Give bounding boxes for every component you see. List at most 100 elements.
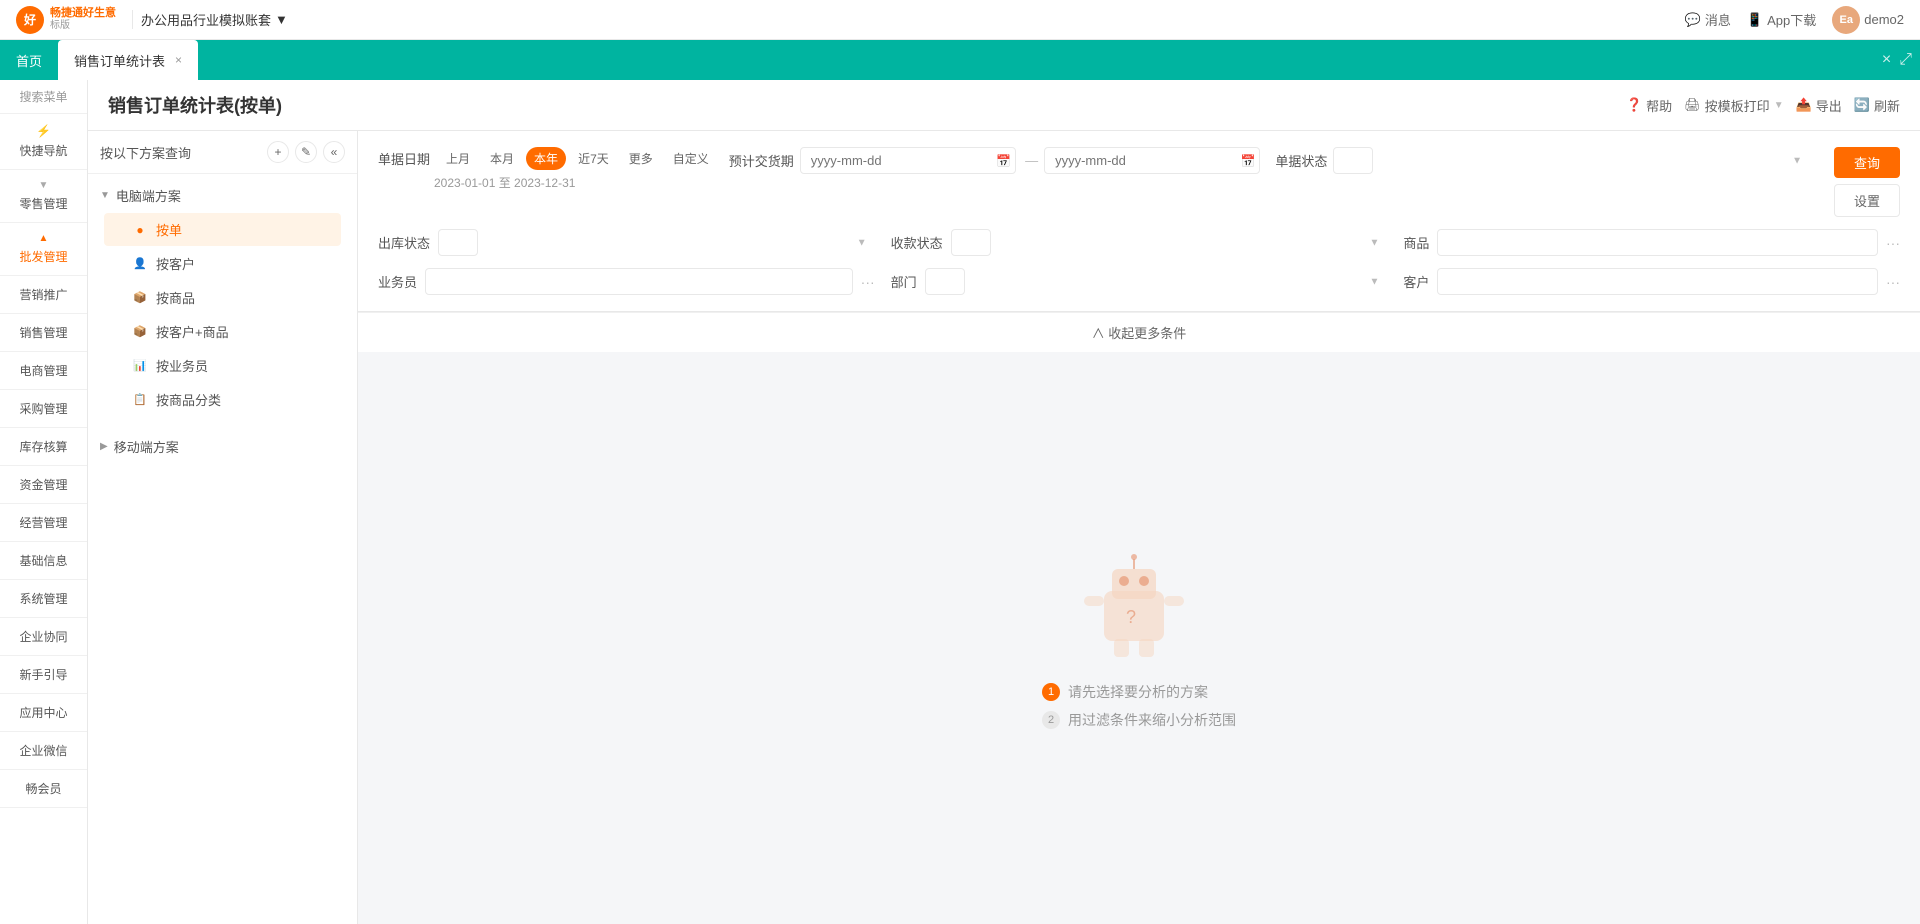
empty-state: ? 1 请先选择要分析的方案 2 用过滤条件来缩小分析范围 — [358, 352, 1920, 924]
scheme-item-by-order[interactable]: ● 按单 — [104, 213, 341, 246]
sidebar-item-inventory[interactable]: 库存核算 — [0, 428, 87, 466]
scheme-item-by-product[interactable]: 📦 按商品 — [104, 281, 341, 314]
app-download-button[interactable]: 📱 App下载 — [1747, 10, 1816, 29]
scheme-category-toggle-desktop[interactable]: ▼ 电脑端方案 — [100, 182, 345, 209]
department-select[interactable] — [925, 268, 965, 295]
message-button[interactable]: 💬 消息 — [1685, 10, 1731, 29]
sidebar-item-wechat[interactable]: 企业微信 — [0, 732, 87, 770]
query-button[interactable]: 查询 — [1834, 147, 1900, 178]
basic-label: 基础信息 — [19, 552, 67, 569]
empty-robot-svg: ? — [1074, 551, 1204, 661]
sidebar-item-newbie[interactable]: 新手引导 — [0, 656, 87, 694]
user-profile[interactable]: Ea demo2 — [1832, 6, 1904, 34]
finance-label: 资金管理 — [19, 476, 67, 493]
customer-input[interactable] — [1437, 268, 1878, 295]
tab-close-button[interactable]: × — [175, 53, 182, 67]
sidebar-item-member[interactable]: 畅会员 — [0, 770, 87, 808]
scheme-item-by-customer[interactable]: 👤 按客户 — [104, 247, 341, 280]
expected-date-end-input[interactable] — [1044, 147, 1260, 174]
scheme-item-by-category[interactable]: 📋 按商品分类 — [104, 383, 341, 416]
sidebar-item-app-center[interactable]: 应用中心 — [0, 694, 87, 732]
scheme-item-by-salesperson[interactable]: 📊 按业务员 — [104, 349, 341, 382]
filter-row-2: 出库状态 ▼ 收款状态 — [378, 229, 1900, 256]
app-subtitle: 标版 — [50, 20, 116, 32]
sidebar-item-ecommerce[interactable]: 电商管理 — [0, 352, 87, 390]
scheme-icon-by-customer-product: 📦 — [132, 324, 148, 340]
customer-more-icon[interactable]: ··· — [1886, 274, 1900, 290]
collapse-bar[interactable]: ∧ 收起更多条件 — [358, 312, 1920, 352]
scheme-label-by-order: 按单 — [156, 220, 182, 239]
page-actions: ❓ 帮助 🖨 按模板打印 ▼ 📤 导出 🔄 刷新 — [1626, 96, 1900, 115]
scheme-category-mobile: ▶ 移动端方案 — [88, 425, 357, 468]
sidebar-item-purchase[interactable]: 采购管理 — [0, 390, 87, 428]
date-tab-last-month[interactable]: 上月 — [438, 147, 478, 170]
scheme-edit-button[interactable]: ✎ — [295, 141, 317, 163]
order-status-select[interactable] — [1333, 147, 1373, 174]
add-icon: + — [274, 145, 281, 159]
scheme-collapse-button[interactable]: « — [323, 141, 345, 163]
sidebar-item-finance[interactable]: 资金管理 — [0, 466, 87, 504]
app-selector[interactable]: 办公用品行业模拟账套 ▼ — [132, 10, 296, 29]
help-label: 帮助 — [1646, 96, 1672, 115]
scheme-item-by-customer-product[interactable]: 📦 按客户+商品 — [104, 315, 341, 348]
app-name: 畅捷通好生意 — [50, 7, 116, 20]
order-status-chevron: ▼ — [1792, 155, 1802, 166]
print-button[interactable]: 🖨 按模板打印 ▼ — [1684, 96, 1783, 115]
export-icon: 📤 — [1796, 97, 1812, 113]
sidebar-item-basic[interactable]: 基础信息 — [0, 542, 87, 580]
ecommerce-label: 电商管理 — [19, 362, 67, 379]
sidebar-item-enterprise[interactable]: 企业协同 — [0, 618, 87, 656]
expected-date-start-input[interactable] — [800, 147, 1016, 174]
sidebar-item-wholesale[interactable]: ▲ 批发管理 — [0, 223, 87, 276]
ship-status-select[interactable] — [438, 229, 478, 256]
date-tab-this-year[interactable]: 本年 — [526, 147, 566, 170]
order-status-select-wrap: ▼ — [1333, 147, 1810, 174]
date-range-text: 2023-01-01 至 2023-12-31 — [434, 176, 575, 190]
scheme-label-by-category: 按商品分类 — [156, 390, 221, 409]
filter-row-3: 业务员 ··· 部门 ▼ — [378, 268, 1900, 295]
filter-area: 单据日期 上月 本月 本年 近7天 更多 自定义 — [358, 131, 1920, 312]
product-input[interactable] — [1437, 229, 1878, 256]
collapse-icon: « — [331, 145, 338, 159]
product-more-icon[interactable]: ··· — [1886, 235, 1900, 251]
sidebar-item-retail[interactable]: ▼ 零售管理 — [0, 170, 87, 223]
app-selector-arrow: ▼ — [275, 12, 288, 27]
member-label: 畅会员 — [25, 780, 61, 797]
help-button[interactable]: ❓ 帮助 — [1626, 96, 1672, 115]
scheme-label-by-customer: 按客户 — [156, 254, 195, 273]
tab-bar: 首页 销售订单统计表 × × ⤢ — [0, 40, 1920, 80]
hint-text-1: 请先选择要分析的方案 — [1068, 682, 1208, 702]
refresh-button[interactable]: 🔄 刷新 — [1854, 96, 1900, 115]
wechat-label: 企业微信 — [19, 742, 67, 759]
salesperson-input[interactable] — [425, 268, 853, 295]
export-button[interactable]: 📤 导出 — [1796, 96, 1842, 115]
sidebar-item-quick-nav[interactable]: ⚡ 快捷导航 — [0, 114, 87, 170]
scheme-add-button[interactable]: + — [267, 141, 289, 163]
settings-button[interactable]: 设置 — [1834, 184, 1900, 217]
window-close-button[interactable]: × — [1882, 51, 1891, 69]
payment-status-select[interactable] — [951, 229, 991, 256]
salesperson-more-icon[interactable]: ··· — [861, 274, 875, 290]
quick-nav-label: 快捷导航 — [19, 142, 67, 159]
date-tab-more[interactable]: 更多 — [621, 147, 661, 170]
sidebar-item-marketing[interactable]: 营销推广 — [0, 276, 87, 314]
date-tab-this-month[interactable]: 本月 — [482, 147, 522, 170]
print-arrow: ▼ — [1774, 100, 1784, 111]
download-icon: 📱 — [1747, 12, 1763, 28]
scheme-category-toggle-mobile[interactable]: ▶ 移动端方案 — [100, 433, 345, 460]
tab-home[interactable]: 首页 — [0, 40, 58, 80]
window-maximize-button[interactable]: ⤢ — [1899, 51, 1912, 69]
tab-sales-order-stats[interactable]: 销售订单统计表 × — [58, 40, 198, 80]
sidebar-item-operations[interactable]: 经营管理 — [0, 504, 87, 542]
sidebar-item-system[interactable]: 系统管理 — [0, 580, 87, 618]
scheme-list-desktop: ● 按单 👤 按客户 📦 按商品 📦 按客 — [100, 213, 345, 416]
customer-label: 客户 — [1403, 272, 1429, 291]
scheme-icon-by-salesperson: 📊 — [132, 358, 148, 374]
app-center-label: 应用中心 — [19, 704, 67, 721]
sidebar-search-area[interactable]: 搜索菜单 — [0, 80, 87, 114]
sidebar-item-sales[interactable]: 销售管理 — [0, 314, 87, 352]
date-tab-last-7-days[interactable]: 近7天 — [570, 147, 617, 170]
sales-label: 销售管理 — [19, 324, 67, 341]
page-header: 销售订单统计表(按单) ❓ 帮助 🖨 按模板打印 ▼ 📤 导出 🔄 刷新 — [88, 80, 1920, 131]
date-tab-custom[interactable]: 自定义 — [665, 147, 717, 170]
